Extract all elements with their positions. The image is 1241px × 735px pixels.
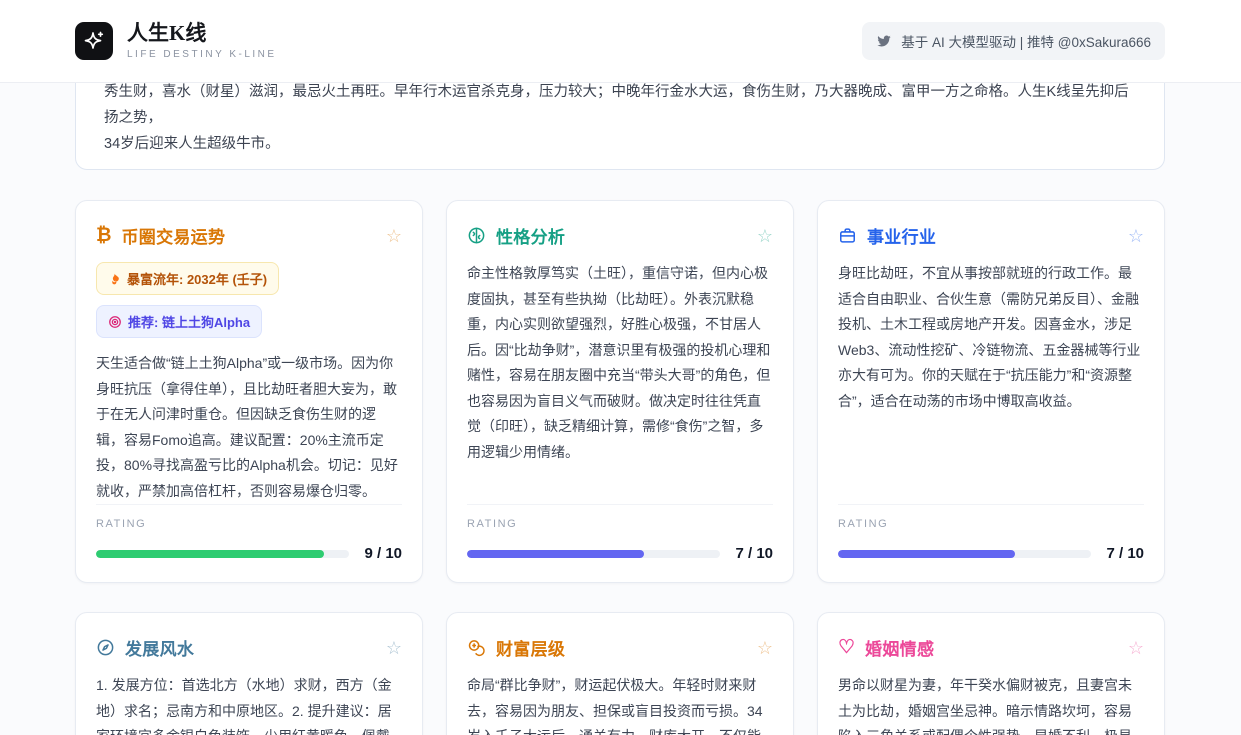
analysis-cards-grid: ₿ 币圈交易运势 ☆ 暴富流年: 2032年 (壬子) 推荐: 链上土狗Alph… (75, 200, 1165, 735)
card-body-text: 命局“群比争财”，财运起伏极大。年轻时财来财去，容易因为朋友、担保或盲目投资而亏… (467, 673, 773, 735)
card-title: 发展风水 (125, 635, 194, 660)
brand: 人生K线 LIFE DESTINY K-LINE (75, 22, 277, 60)
brand-text: 人生K线 LIFE DESTINY K-LINE (127, 22, 277, 59)
card-wealth-level: 财富层级 ☆ 命局“群比争财”，财运起伏极大。年轻时财来财去，容易因为朋友、担保… (446, 612, 794, 735)
rating-score: 7 / 10 (1106, 545, 1144, 562)
rating-label: RATING (96, 518, 402, 530)
rating-bar-fill (838, 550, 1015, 558)
app-header: 人生K线 LIFE DESTINY K-LINE 基于 AI 大模型驱动 | 推… (0, 0, 1241, 83)
card-body-text: 1. 发展方位：首选北方（水地）求财，西方（金地）求名；忌南方和中原地区。2. … (96, 673, 402, 735)
card-crypto-trading: ₿ 币圈交易运势 ☆ 暴富流年: 2032年 (壬子) 推荐: 链上土狗Alph… (75, 200, 423, 583)
rating-bar-fill (467, 550, 644, 558)
rating-bar-track (96, 550, 349, 558)
rating-section: RATING 9 / 10 (96, 504, 402, 562)
twitter-bird-icon (876, 33, 892, 49)
card-body-text: 身旺比劫旺，不宜从事按部就班的行政工作。最适合自由职业、合伙生意（需防兄弟反目）… (838, 261, 1144, 504)
card-title: 财富层级 (496, 635, 565, 660)
app-logo (75, 22, 113, 60)
favorite-star-icon[interactable]: ☆ (1128, 639, 1144, 657)
card-header: 发展风水 ☆ (96, 635, 402, 660)
rating-row: 7 / 10 (467, 545, 773, 562)
card-header: ₿ 币圈交易运势 ☆ (96, 223, 402, 248)
card-title: 性格分析 (496, 223, 565, 248)
coins-icon (467, 638, 486, 657)
favorite-star-icon[interactable]: ☆ (386, 227, 402, 245)
rating-label: RATING (467, 518, 773, 530)
heart-icon: ♡ (838, 638, 855, 657)
app-title: 人生K线 (127, 22, 277, 45)
favorite-star-icon[interactable]: ☆ (757, 227, 773, 245)
card-fengshui: 发展风水 ☆ 1. 发展方位：首选北方（水地）求财，西方（金地）求名；忌南方和中… (75, 612, 423, 735)
summary-line-2: 34岁后迎来人生超级牛市。 (104, 131, 1136, 157)
favorite-star-icon[interactable]: ☆ (757, 639, 773, 657)
card-header: ♡ 婚姻情感 ☆ (838, 635, 1144, 660)
summary-line-1: 秀生财，喜水（财星）滋润，最忌火土再旺。早年行木运官杀克身，压力较大；中晚年行金… (104, 79, 1136, 131)
rating-bar-fill (96, 550, 324, 558)
rating-bar-track (838, 550, 1091, 558)
recommend-label: 推荐: 链上土狗Alpha (128, 312, 250, 331)
main-content: 秀生财，喜水（财星）滋润，最忌火土再旺。早年行木运官杀克身，压力较大；中晚年行金… (0, 56, 1241, 735)
card-career: 事业行业 ☆ 身旺比劫旺，不宜从事按部就班的行政工作。最适合自由职业、合伙生意（… (817, 200, 1165, 583)
rating-score: 9 / 10 (364, 545, 402, 562)
bitcoin-icon: ₿ (96, 226, 111, 245)
card-marriage: ♡ 婚姻情感 ☆ 男命以财星为妻，年干癸水偏财被克，且妻宫未土为比劫，婚姻宫坐忌… (817, 612, 1165, 735)
rating-row: 7 / 10 (838, 545, 1144, 562)
flame-icon (108, 272, 121, 286)
badge-row: 暴富流年: 2032年 (壬子) 推荐: 链上土狗Alpha (96, 262, 402, 338)
wealth-year-label: 暴富流年: 2032年 (壬子) (127, 269, 267, 288)
card-header: 性格分析 ☆ (467, 223, 773, 248)
card-header: 财富层级 ☆ (467, 635, 773, 660)
twitter-badge-label: 基于 AI 大模型驱动 | 推特 @0xSakura666 (901, 31, 1151, 51)
rating-section: RATING 7 / 10 (838, 504, 1144, 562)
card-header: 事业行业 ☆ (838, 223, 1144, 248)
briefcase-icon (838, 226, 857, 245)
compass-icon (96, 638, 115, 657)
rating-label: RATING (838, 518, 1144, 530)
card-body-text: 命主性格敦厚笃实（土旺），重信守诺，但内心极度固执，甚至有些执拗（比劫旺）。外表… (467, 261, 773, 504)
card-title: 婚姻情感 (865, 635, 934, 660)
favorite-star-icon[interactable]: ☆ (386, 639, 402, 657)
sparkle-icon (82, 29, 106, 53)
card-body-text: 男命以财星为妻，年干癸水偏财被克，且妻宫未土为比劫，婚姻宫坐忌神。暗示情路坎坷，… (838, 673, 1144, 735)
card-body-text: 天生适合做“链上土狗Alpha”或一级市场。因为你身旺抗压（拿得住单），且比劫旺… (96, 351, 402, 504)
recommend-badge: 推荐: 链上土狗Alpha (96, 305, 262, 338)
card-title: 币圈交易运势 (121, 223, 225, 248)
favorite-star-icon[interactable]: ☆ (1128, 227, 1144, 245)
card-personality: 性格分析 ☆ 命主性格敦厚笃实（土旺），重信守诺，但内心极度固执，甚至有些执拗（… (446, 200, 794, 583)
twitter-badge[interactable]: 基于 AI 大模型驱动 | 推特 @0xSakura666 (862, 22, 1165, 60)
rating-row: 9 / 10 (96, 545, 402, 562)
card-title: 事业行业 (867, 223, 936, 248)
brain-icon (467, 226, 486, 245)
target-icon (108, 315, 122, 329)
rating-section: RATING 7 / 10 (467, 504, 773, 562)
wealth-year-badge: 暴富流年: 2032年 (壬子) (96, 262, 279, 295)
rating-score: 7 / 10 (735, 545, 773, 562)
rating-bar-track (467, 550, 720, 558)
app-subtitle: LIFE DESTINY K-LINE (127, 49, 277, 60)
